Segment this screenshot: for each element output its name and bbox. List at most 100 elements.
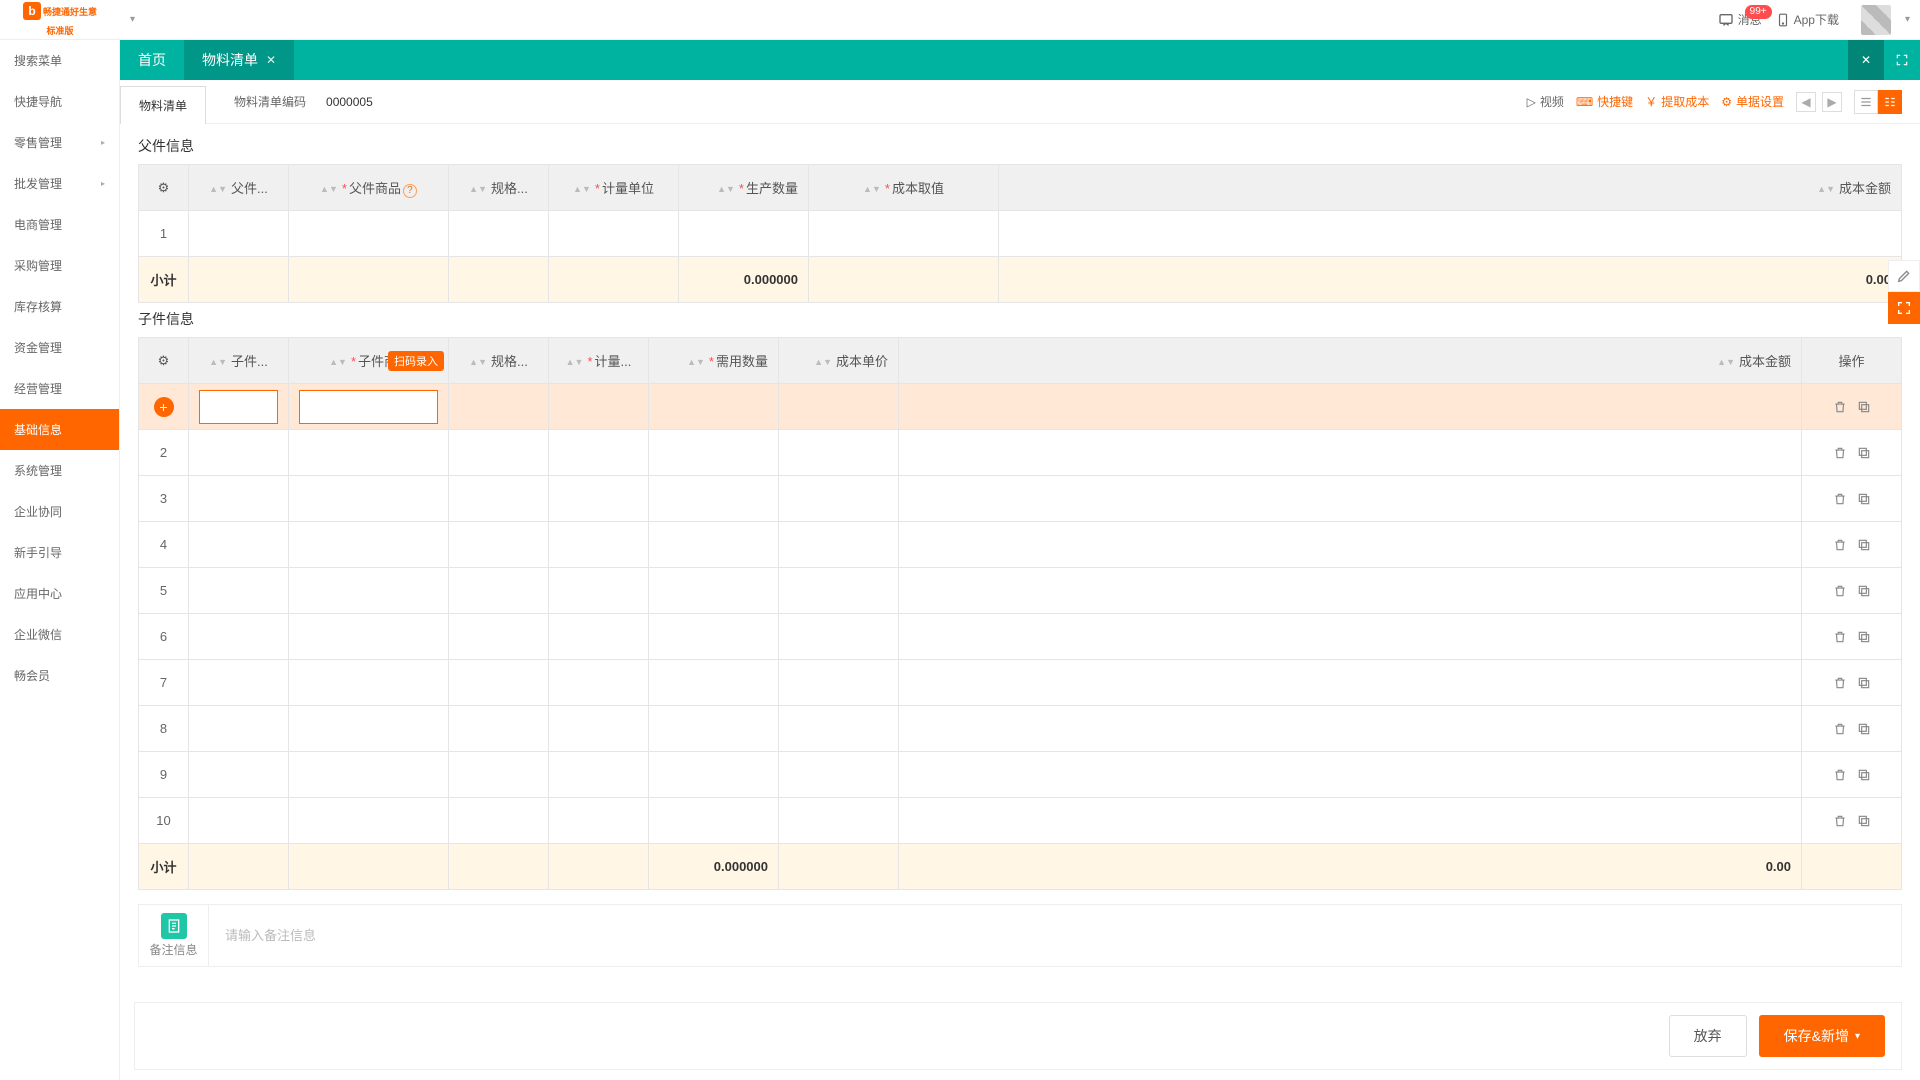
delete-row-button[interactable] bbox=[1833, 400, 1847, 414]
parent-cell-unit[interactable] bbox=[549, 211, 679, 257]
delete-row-button[interactable] bbox=[1833, 814, 1847, 828]
child-cell-unit-cost[interactable] bbox=[779, 752, 899, 798]
copy-row-button[interactable] bbox=[1857, 492, 1871, 506]
sidebar-item[interactable]: 企业协同 bbox=[0, 491, 119, 532]
child-cell-unit-cost[interactable] bbox=[779, 798, 899, 844]
child-cell-unit[interactable] bbox=[549, 614, 649, 660]
sidebar-item[interactable]: 零售管理▸ bbox=[0, 122, 119, 163]
child-cell-unit-cost[interactable] bbox=[779, 706, 899, 752]
app-download-link[interactable]: App下载 bbox=[1776, 11, 1839, 28]
child-cell-unit[interactable] bbox=[549, 430, 649, 476]
child-row[interactable]: 8 bbox=[139, 706, 1902, 752]
parent-cell-qty[interactable] bbox=[679, 211, 809, 257]
delete-row-button[interactable] bbox=[1833, 722, 1847, 736]
child-col-code[interactable]: ▲▼子件... bbox=[189, 338, 289, 384]
copy-row-button[interactable] bbox=[1857, 676, 1871, 690]
child-cell-spec[interactable] bbox=[449, 522, 549, 568]
child-cell-cost-amt[interactable] bbox=[899, 660, 1802, 706]
help-icon[interactable]: ? bbox=[403, 184, 417, 198]
parent-cell-product[interactable] bbox=[289, 211, 449, 257]
copy-row-button[interactable] bbox=[1857, 446, 1871, 460]
child-cell-unit[interactable] bbox=[549, 752, 649, 798]
child-cell-code[interactable] bbox=[189, 568, 289, 614]
child-row[interactable]: 2 bbox=[139, 430, 1902, 476]
parent-col-qty[interactable]: ▲▼*生产数量 bbox=[679, 165, 809, 211]
parent-col-spec[interactable]: ▲▼规格... bbox=[449, 165, 549, 211]
sidebar-item[interactable]: 搜索菜单 bbox=[0, 40, 119, 81]
parent-col-code[interactable]: ▲▼父件... bbox=[189, 165, 289, 211]
save-and-new-button[interactable]: 保存&新增▾ bbox=[1759, 1015, 1885, 1057]
child-cell-unit-cost[interactable] bbox=[779, 476, 899, 522]
child-cell-spec[interactable] bbox=[449, 476, 549, 522]
child-cell-product[interactable] bbox=[289, 430, 449, 476]
child-cell-unit[interactable] bbox=[549, 384, 649, 430]
parent-row[interactable]: 1 bbox=[139, 211, 1902, 257]
delete-row-button[interactable] bbox=[1833, 584, 1847, 598]
child-cell-spec[interactable] bbox=[449, 430, 549, 476]
prev-record-button[interactable]: ◀ bbox=[1796, 92, 1816, 112]
child-cell-unit-cost[interactable] bbox=[779, 660, 899, 706]
child-row[interactable]: 10 bbox=[139, 798, 1902, 844]
child-cell-product[interactable] bbox=[289, 568, 449, 614]
child-cell-code[interactable] bbox=[189, 476, 289, 522]
delete-row-button[interactable] bbox=[1833, 630, 1847, 644]
child-col-gear[interactable]: ⚙ bbox=[139, 338, 189, 384]
org-selector[interactable]: ▾ bbox=[130, 14, 135, 25]
parent-cell-spec[interactable] bbox=[449, 211, 549, 257]
sidebar-item[interactable]: 系统管理 bbox=[0, 450, 119, 491]
child-cell-qty[interactable] bbox=[649, 384, 779, 430]
float-expand-button[interactable] bbox=[1888, 292, 1920, 324]
child-cell-cost-amt[interactable] bbox=[899, 384, 1802, 430]
copy-row-button[interactable] bbox=[1857, 400, 1871, 414]
delete-row-button[interactable] bbox=[1833, 446, 1847, 460]
sidebar-item[interactable]: 电商管理 bbox=[0, 204, 119, 245]
sidebar-item[interactable]: 采购管理 bbox=[0, 245, 119, 286]
child-cell-spec[interactable] bbox=[449, 798, 549, 844]
child-cell-cost-amt[interactable] bbox=[899, 798, 1802, 844]
delete-row-button[interactable] bbox=[1833, 768, 1847, 782]
discard-button[interactable]: 放弃 bbox=[1669, 1015, 1747, 1057]
child-cell-spec[interactable] bbox=[449, 706, 549, 752]
child-cell-qty[interactable] bbox=[649, 476, 779, 522]
child-cell-product[interactable] bbox=[289, 522, 449, 568]
child-row[interactable]: 4 bbox=[139, 522, 1902, 568]
child-code-input[interactable] bbox=[199, 390, 278, 424]
child-cell-qty[interactable] bbox=[649, 798, 779, 844]
child-cell-qty[interactable] bbox=[649, 522, 779, 568]
page-tab-bom[interactable]: 物料清单 bbox=[120, 86, 206, 124]
close-icon[interactable]: ✕ bbox=[266, 53, 276, 67]
child-cell-code[interactable] bbox=[189, 706, 289, 752]
sidebar-item[interactable]: 经营管理 bbox=[0, 368, 119, 409]
child-cell-product[interactable] bbox=[289, 384, 449, 430]
child-col-spec[interactable]: ▲▼规格... bbox=[449, 338, 549, 384]
child-cell-unit-cost[interactable] bbox=[779, 430, 899, 476]
delete-row-button[interactable] bbox=[1833, 492, 1847, 506]
child-cell-product[interactable] bbox=[289, 706, 449, 752]
child-row[interactable]: 7 bbox=[139, 660, 1902, 706]
child-cell-product[interactable] bbox=[289, 798, 449, 844]
delete-row-button[interactable] bbox=[1833, 538, 1847, 552]
sidebar-item[interactable]: 基础信息 bbox=[0, 409, 119, 450]
copy-row-button[interactable] bbox=[1857, 814, 1871, 828]
child-cell-qty[interactable] bbox=[649, 568, 779, 614]
sidebar-item[interactable]: 资金管理 bbox=[0, 327, 119, 368]
child-col-product[interactable]: ▲▼*子件商...扫码录入 bbox=[289, 338, 449, 384]
child-col-unit[interactable]: ▲▼*计量... bbox=[549, 338, 649, 384]
chevron-down-icon[interactable]: ▾ bbox=[1905, 14, 1910, 25]
child-cell-unit-cost[interactable] bbox=[779, 384, 899, 430]
avatar[interactable] bbox=[1861, 5, 1891, 35]
next-record-button[interactable]: ▶ bbox=[1822, 92, 1842, 112]
child-cell-unit[interactable] bbox=[549, 568, 649, 614]
child-cell-spec[interactable] bbox=[449, 614, 549, 660]
child-cell-spec[interactable] bbox=[449, 568, 549, 614]
sidebar-item[interactable]: 库存核算 bbox=[0, 286, 119, 327]
child-cell-code[interactable] bbox=[189, 522, 289, 568]
child-cell-unit[interactable] bbox=[549, 476, 649, 522]
child-row[interactable]: 3 bbox=[139, 476, 1902, 522]
child-cell-cost-amt[interactable] bbox=[899, 430, 1802, 476]
child-cell-cost-amt[interactable] bbox=[899, 476, 1802, 522]
messages-link[interactable]: 消息 99+ bbox=[1718, 11, 1762, 28]
tab-home[interactable]: 首页 bbox=[120, 40, 184, 80]
sidebar-item[interactable]: 应用中心 bbox=[0, 573, 119, 614]
child-cell-code[interactable] bbox=[189, 660, 289, 706]
